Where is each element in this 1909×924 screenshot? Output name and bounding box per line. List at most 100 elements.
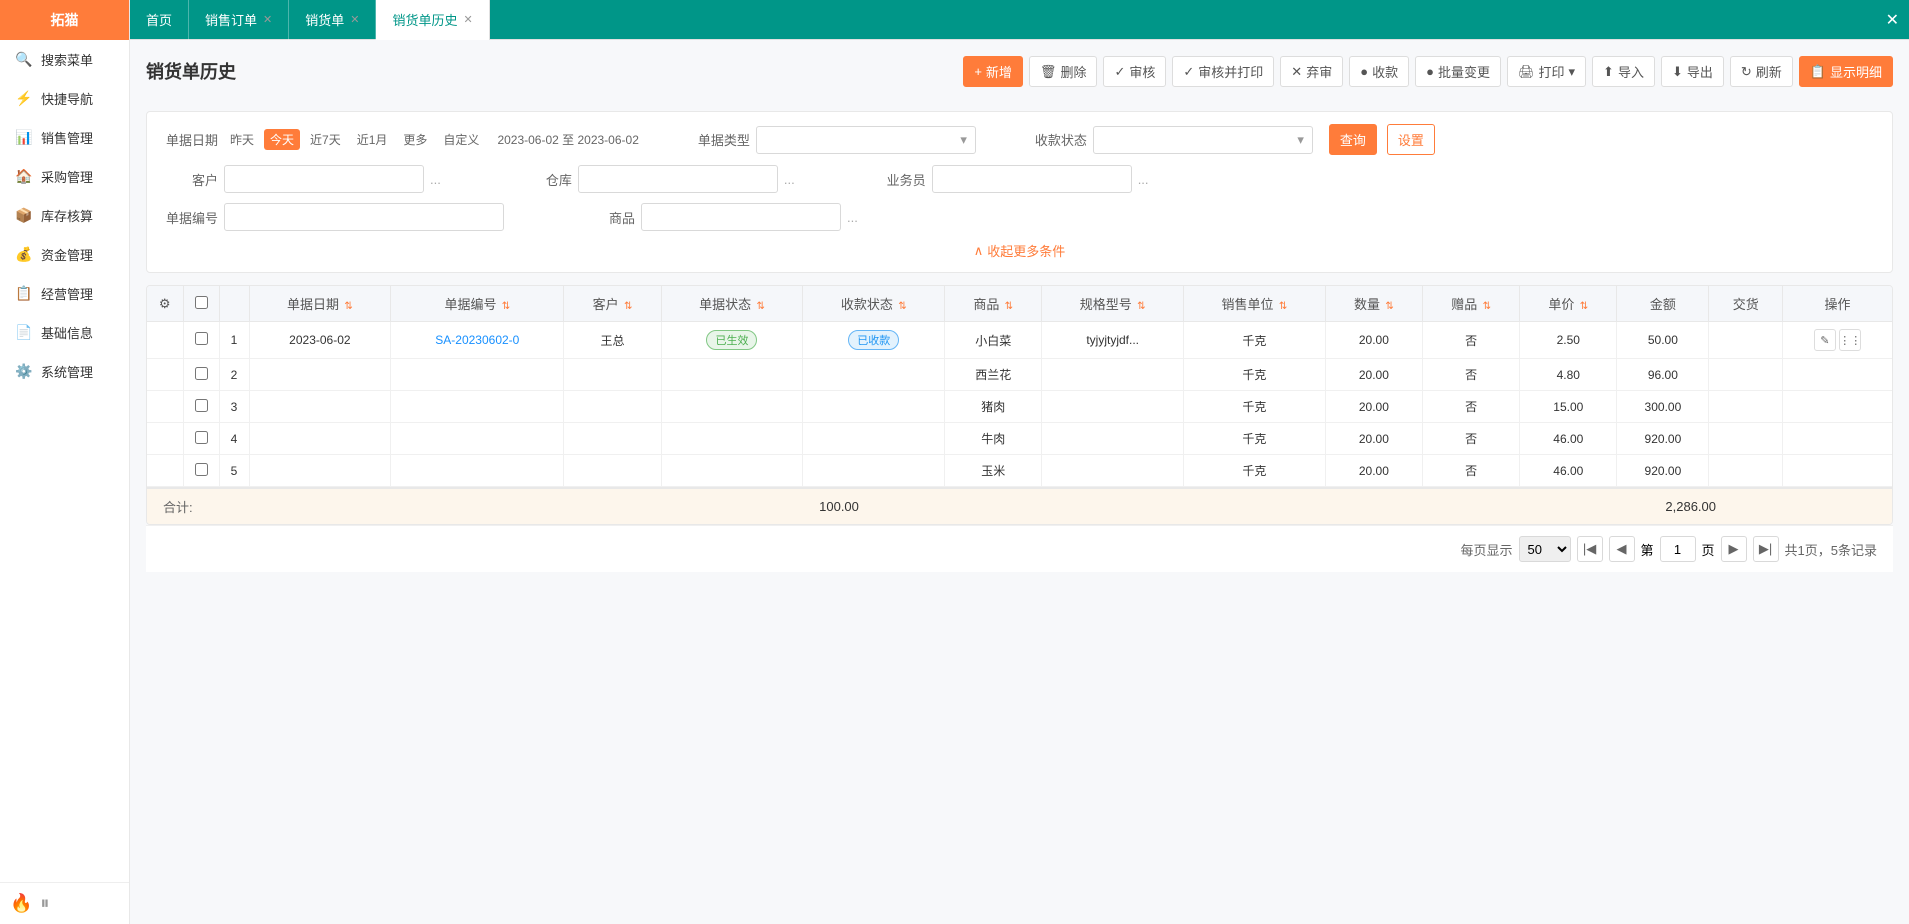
th-spec[interactable]: 规格型号 ⇅ [1042, 286, 1184, 322]
th-goods[interactable]: 商品 ⇅ [945, 286, 1042, 322]
current-page-input[interactable] [1660, 536, 1696, 562]
abandon-button[interactable]: ✕ 弃审 [1280, 56, 1343, 87]
warehouse-dots[interactable]: ... [784, 172, 795, 187]
batch-change-button[interactable]: ● 批量变更 [1415, 56, 1501, 87]
sidebar-item-inventory[interactable]: 📦 库存核算 [0, 196, 129, 235]
sidebar-collapse-icon[interactable]: 🔥 [10, 893, 32, 914]
th-doc-status[interactable]: 单据状态 ⇅ [661, 286, 803, 322]
tab-home[interactable]: 首页 [130, 0, 189, 40]
sidebar-item-quick-nav[interactable]: ⚡ 快捷导航 [0, 79, 129, 118]
date-tab-more[interactable]: 更多 [397, 129, 433, 150]
th-checkbox[interactable] [183, 286, 219, 322]
page-size-select[interactable]: 50 100 200 [1519, 536, 1571, 562]
add-button[interactable]: + 新增 [963, 56, 1023, 87]
more-action-button[interactable]: ⋮⋮ [1839, 329, 1861, 351]
doc-no-input[interactable] [224, 203, 504, 231]
row-checkbox[interactable] [195, 463, 208, 476]
window-close-icon[interactable]: ✕ [1886, 10, 1899, 30]
cell-doc-no[interactable] [391, 391, 564, 423]
settings-gear-icon[interactable]: ⚙ [159, 296, 171, 311]
qty-sort-icon[interactable]: ⇅ [1385, 301, 1393, 312]
sidebar-item-finance[interactable]: 💰 资金管理 [0, 235, 129, 274]
warehouse-input[interactable] [578, 165, 778, 193]
query-button[interactable]: 查询 [1329, 124, 1377, 155]
select-all-checkbox[interactable] [195, 296, 208, 309]
date-tab-7days[interactable]: 近7天 [304, 129, 347, 150]
cell-checkbox[interactable] [183, 391, 219, 423]
tab-sales-history[interactable]: 销货单历史 ✕ [376, 0, 489, 40]
th-doc-date[interactable]: 单据日期 ⇅ [249, 286, 391, 322]
cell-checkbox[interactable] [183, 322, 219, 359]
sidebar-item-system[interactable]: ⚙️ 系统管理 [0, 352, 129, 391]
th-customer[interactable]: 客户 ⇅ [564, 286, 661, 322]
tab-sales-order[interactable]: 销售订单 ✕ [189, 0, 289, 40]
doc-type-dropdown-icon[interactable]: ▾ [960, 132, 967, 148]
row-checkbox[interactable] [195, 399, 208, 412]
cell-doc-no[interactable] [391, 359, 564, 391]
doc-type-input[interactable] [765, 127, 945, 153]
next-page-button[interactable]: ▶ [1721, 536, 1747, 562]
gift-sort-icon[interactable]: ⇅ [1483, 301, 1491, 312]
customer-dots[interactable]: ... [430, 172, 441, 187]
cell-doc-no[interactable] [391, 423, 564, 455]
print-button[interactable]: 🖨 打印 ▾ [1507, 56, 1586, 87]
edit-action-button[interactable]: ✎ [1814, 329, 1836, 351]
tab-sales-delivery[interactable]: 销货单 ✕ [289, 0, 376, 40]
th-gift[interactable]: 赠品 ⇅ [1423, 286, 1520, 322]
row-checkbox[interactable] [195, 431, 208, 444]
sidebar-pause-icon[interactable]: ⏸ [40, 893, 49, 914]
doc-status-sort-icon[interactable]: ⇅ [756, 301, 764, 312]
sidebar-item-sales[interactable]: 📊 销售管理 [0, 118, 129, 157]
prev-page-button[interactable]: ◀ [1609, 536, 1635, 562]
audit-print-button[interactable]: ✓ 审核并打印 [1172, 56, 1274, 87]
goods-dots[interactable]: ... [847, 210, 858, 225]
audit-button[interactable]: ✓ 审核 [1103, 56, 1166, 87]
price-sort-icon[interactable]: ⇅ [1580, 301, 1588, 312]
delete-button[interactable]: 🗑 删除 [1029, 56, 1098, 87]
cell-checkbox[interactable] [183, 455, 219, 487]
date-tab-today[interactable]: 今天 [264, 129, 300, 150]
collapse-button[interactable]: ∧ 收起更多条件 [974, 241, 1066, 260]
salesperson-dots[interactable]: ... [1138, 172, 1149, 187]
last-page-button[interactable]: ▶| [1753, 536, 1779, 562]
sidebar-item-search[interactable]: 🔍 搜索菜单 [0, 40, 129, 79]
date-tab-1month[interactable]: 近1月 [351, 129, 394, 150]
row-checkbox[interactable] [195, 367, 208, 380]
cell-doc-no[interactable]: SA-20230602-0 [391, 322, 564, 359]
goods-sort-icon[interactable]: ⇅ [1005, 301, 1013, 312]
first-page-button[interactable]: |◀ [1577, 536, 1603, 562]
th-price[interactable]: 单价 ⇅ [1520, 286, 1617, 322]
doc-no-sort-icon[interactable]: ⇅ [502, 301, 510, 312]
row-checkbox[interactable] [195, 332, 208, 345]
th-qty[interactable]: 数量 ⇅ [1325, 286, 1422, 322]
tab-sales-delivery-close[interactable]: ✕ [350, 13, 359, 26]
customer-sort-icon[interactable]: ⇅ [624, 301, 632, 312]
unit-sort-icon[interactable]: ⇅ [1279, 301, 1287, 312]
salesperson-input[interactable] [932, 165, 1132, 193]
spec-sort-icon[interactable]: ⇅ [1137, 301, 1145, 312]
receive-button[interactable]: ● 收款 [1349, 56, 1409, 87]
cell-checkbox[interactable] [183, 423, 219, 455]
goods-input[interactable] [641, 203, 841, 231]
sidebar-item-basic-info[interactable]: 📄 基础信息 [0, 313, 129, 352]
date-tab-yesterday[interactable]: 昨天 [224, 129, 260, 150]
th-payment-status[interactable]: 收款状态 ⇅ [803, 286, 945, 322]
refresh-button[interactable]: ↻ 刷新 [1730, 56, 1793, 87]
tab-sales-order-close[interactable]: ✕ [263, 13, 272, 26]
show-details-button[interactable]: 📋 显示明细 [1799, 56, 1893, 87]
payment-status-input[interactable] [1102, 127, 1282, 153]
date-tab-custom[interactable]: 自定义 [437, 129, 485, 150]
customer-input[interactable] [224, 165, 424, 193]
th-settings[interactable]: ⚙ [147, 286, 183, 322]
payment-status-dropdown-icon[interactable]: ▾ [1297, 132, 1304, 148]
payment-status-sort-icon[interactable]: ⇅ [898, 301, 906, 312]
import-button[interactable]: ⬆ 导入 [1592, 56, 1655, 87]
doc-date-sort-icon[interactable]: ⇅ [344, 301, 352, 312]
cell-checkbox[interactable] [183, 359, 219, 391]
sidebar-item-operations[interactable]: 📋 经营管理 [0, 274, 129, 313]
tab-sales-history-close[interactable]: ✕ [464, 13, 473, 26]
sidebar-item-purchase[interactable]: 🏠 采购管理 [0, 157, 129, 196]
th-unit[interactable]: 销售单位 ⇅ [1184, 286, 1326, 322]
th-doc-no[interactable]: 单据编号 ⇅ [391, 286, 564, 322]
settings-filter-button[interactable]: 设置 [1387, 124, 1435, 155]
